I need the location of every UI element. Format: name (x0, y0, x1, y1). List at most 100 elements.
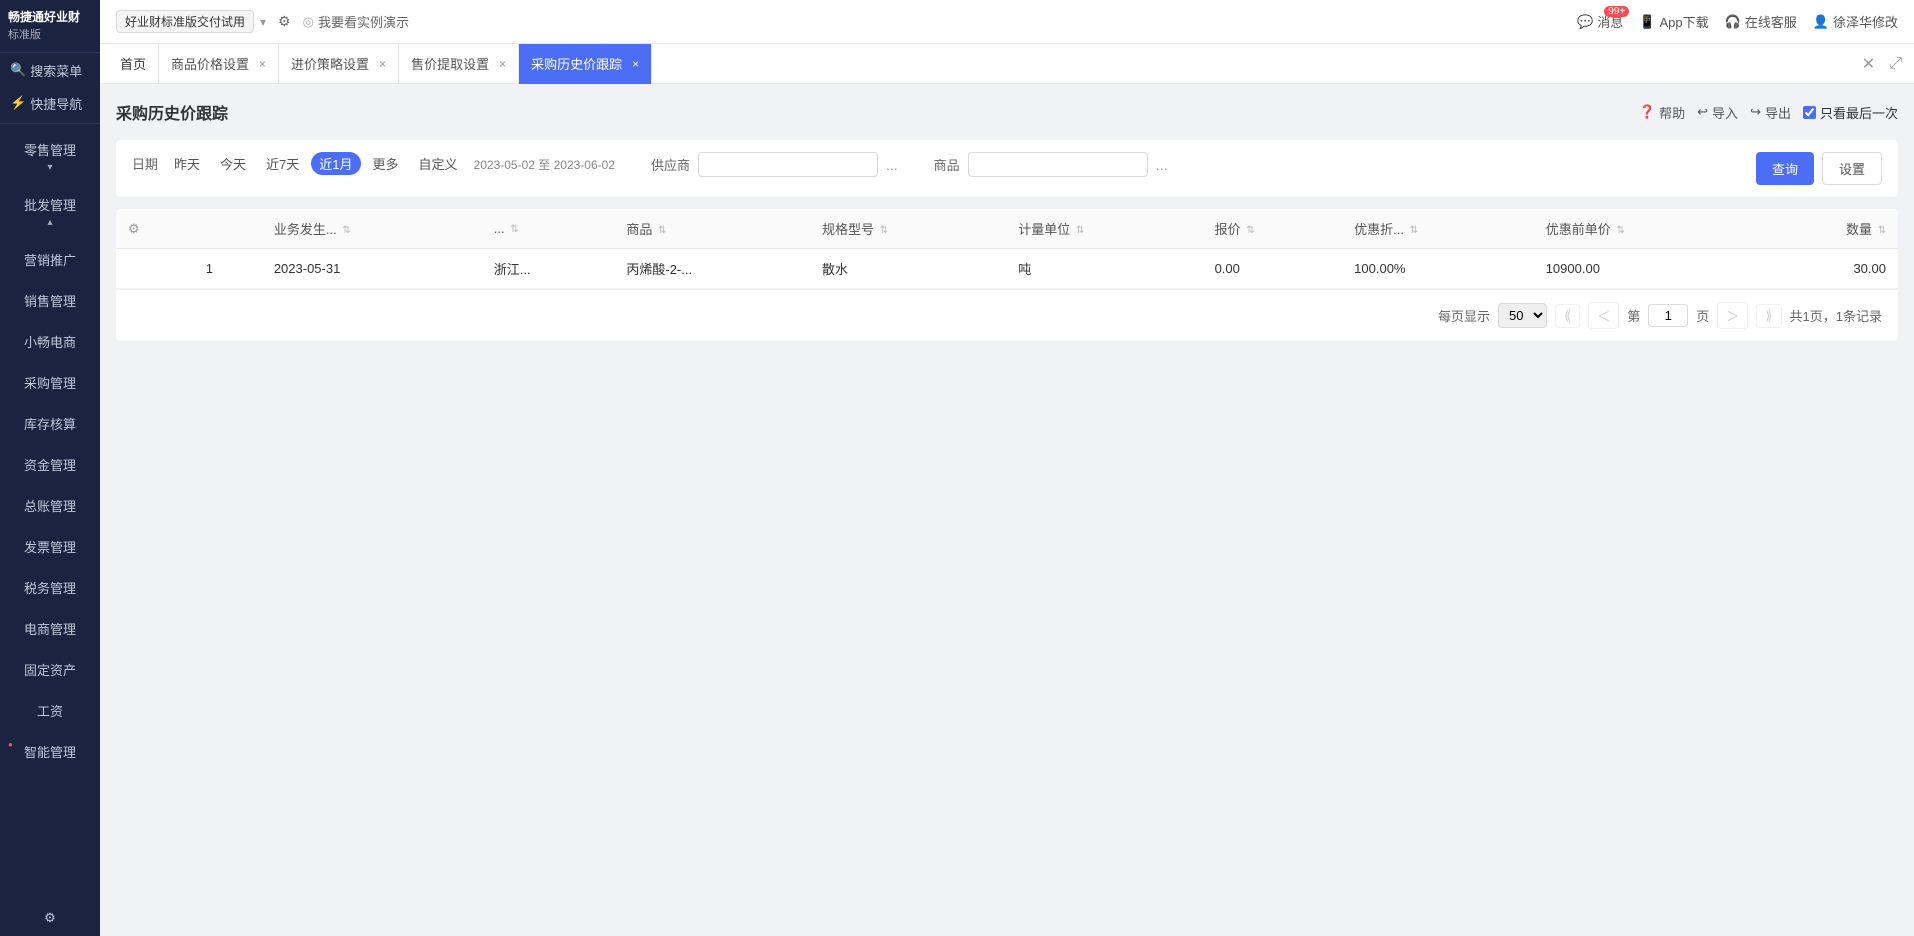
sidebar-item-retail[interactable]: 零售管理 ▾ (0, 128, 100, 183)
sidebar-item-smart[interactable]: 智能管理 (0, 730, 100, 771)
sidebar-item-ecom[interactable]: 电商管理 (0, 607, 100, 648)
col-product[interactable]: 商品 ⇅ (614, 209, 810, 249)
sidebar-item-invoice[interactable]: 发票管理 (0, 525, 100, 566)
col-gear[interactable]: ⚙ (116, 209, 194, 249)
date-btn-today[interactable]: 今天 (212, 152, 254, 175)
date-btn-custom[interactable]: 自定义 (411, 152, 466, 175)
date-btn-last1m[interactable]: 近1月 (311, 152, 360, 175)
date-btn-more[interactable]: 更多 (365, 152, 407, 175)
product-dots[interactable]: ... (1156, 157, 1168, 173)
export-icon: ↪ (1750, 104, 1761, 120)
date-btn-last7[interactable]: 近7天 (258, 152, 307, 175)
tab-fullscreen-btn[interactable]: ⤢ (1885, 51, 1906, 77)
per-page-select[interactable]: 50 (1498, 303, 1547, 328)
sidebar-item-general[interactable]: 总账管理 (0, 484, 100, 525)
col-quote-label: 报价 (1215, 222, 1241, 237)
col-more-label: ... (494, 221, 505, 236)
help-link[interactable]: ❓ 帮助 (1639, 103, 1685, 122)
supplier-dots[interactable]: ... (886, 157, 898, 173)
tab-sale-extract[interactable]: 售价提取设置 × (399, 44, 519, 84)
settings-button[interactable]: 设置 (1822, 152, 1882, 185)
sidebar-item-finance[interactable]: 资金管理 (0, 443, 100, 484)
row-num: 1 (194, 249, 262, 289)
export-link[interactable]: ↪ 导出 (1750, 103, 1791, 122)
product-input[interactable] (968, 152, 1148, 177)
topbar-demo-btn[interactable]: 我要看实例演示 (303, 12, 409, 31)
user-icon: 👤 (1813, 14, 1829, 30)
col-unit-label: 计量单位 (1018, 222, 1070, 237)
tab-price-close[interactable]: × (259, 57, 266, 71)
query-button[interactable]: 查询 (1756, 152, 1814, 185)
sidebar-search[interactable]: 🔍 搜索菜单 (0, 53, 100, 88)
tab-price-label: 商品价格设置 (171, 54, 249, 73)
sidebar-bottom-gear[interactable]: ⚙ (0, 900, 100, 936)
last-only-checkbox[interactable] (1803, 106, 1816, 119)
user-btn[interactable]: 👤 徐泽华修改 (1813, 12, 1898, 31)
message-btn[interactable]: 💬 消息 99+ (1577, 12, 1623, 31)
page-header: 采购历史价跟踪 ❓ 帮助 ↩ 导入 ↪ 导出 只看最后一次 (116, 100, 1898, 124)
tab-home[interactable]: 首页 (108, 44, 159, 84)
chevron-down-icon[interactable]: ▾ (260, 15, 266, 29)
topbar-settings-icon[interactable]: ⚙ (278, 13, 291, 30)
last-page-btn[interactable]: ⟫ (1756, 304, 1781, 328)
page-input[interactable] (1648, 304, 1688, 327)
sidebar-item-ecom-small[interactable]: 小畅电商 (0, 320, 100, 361)
sidebar-item-wholesale[interactable]: 批发管理 ▴ (0, 183, 100, 238)
sidebar-nav[interactable]: ⚡ 快捷导航 (0, 88, 100, 119)
tab-price[interactable]: 商品价格设置 × (159, 44, 279, 84)
col-spec[interactable]: 规格型号 ⇅ (810, 209, 1006, 249)
gear-icon[interactable]: ⚙ (128, 221, 140, 236)
col-biz-date[interactable]: 业务发生... ⇅ (262, 209, 482, 249)
first-page-btn[interactable]: ⟪ (1555, 304, 1580, 328)
row-spec: 散水 (810, 249, 1006, 289)
filter-actions: 查询 设置 (1756, 152, 1882, 185)
sidebar: 畅捷通好业财 标准版 🔍 搜索菜单 ⚡ 快捷导航 零售管理 ▾ 批发管理 ▴ 营… (0, 0, 100, 936)
filter-product-group: 商品 ... (934, 152, 1168, 177)
prev-page-btn[interactable]: ＜ (1588, 302, 1619, 329)
sort-icon-discount[interactable]: ⇅ (1410, 225, 1418, 236)
tab-purchase-history[interactable]: 采购历史价跟踪 × (519, 44, 652, 84)
col-unit[interactable]: 计量单位 ⇅ (1006, 209, 1202, 249)
filter-bar: 日期 昨天 今天 近7天 近1月 更多 自定义 2023-05-02 至 202… (116, 140, 1898, 197)
sidebar-item-marketing[interactable]: 营销推广 (0, 238, 100, 279)
import-link[interactable]: ↩ 导入 (1697, 103, 1738, 122)
table-row[interactable]: 1 2023-05-31 浙江... 丙烯酸-2-... 散水 吨 0.00 1… (116, 249, 1898, 289)
search-icon: 🔍 (10, 62, 26, 78)
col-qty-label: 数量 (1846, 222, 1872, 237)
sidebar-logo: 畅捷通好业财 标准版 (0, 0, 100, 53)
sidebar-item-purchase[interactable]: 采购管理 (0, 361, 100, 402)
tab-close-btn[interactable]: ✕ (1858, 50, 1879, 78)
sort-icon-spec[interactable]: ⇅ (880, 225, 888, 236)
sort-icon-more[interactable]: ⇅ (510, 224, 518, 235)
date-btn-yesterday[interactable]: 昨天 (166, 152, 208, 175)
tab-expand-actions: ✕ ⤢ (1858, 50, 1906, 78)
service-btn[interactable]: 🎧 在线客服 (1725, 12, 1797, 31)
sidebar-item-salary[interactable]: 工资 (0, 689, 100, 730)
tab-purchase-strategy-close[interactable]: × (379, 57, 386, 71)
col-pre-discount-price[interactable]: 优惠前单价 ⇅ (1534, 209, 1759, 249)
col-discount[interactable]: 优惠折... ⇅ (1342, 209, 1534, 249)
sidebar-item-sales[interactable]: 销售管理 (0, 279, 100, 320)
app-download-btn[interactable]: 📱 App下载 (1639, 12, 1708, 31)
product-label: 商品 (934, 155, 960, 174)
sort-icon-qty[interactable]: ⇅ (1878, 225, 1886, 236)
last-only-checkbox-label[interactable]: 只看最后一次 (1803, 103, 1898, 122)
sort-icon-unit[interactable]: ⇅ (1076, 225, 1084, 236)
col-more[interactable]: ... ⇅ (482, 209, 615, 249)
next-page-btn[interactable]: ＞ (1717, 302, 1748, 329)
sort-icon-product[interactable]: ⇅ (658, 225, 666, 236)
tab-purchase-strategy[interactable]: 进价策略设置 × (279, 44, 399, 84)
tab-sale-extract-close[interactable]: × (499, 57, 506, 71)
sidebar-item-tax[interactable]: 税务管理 (0, 566, 100, 607)
sort-icon-biz-date[interactable]: ⇅ (342, 225, 350, 236)
tab-purchase-history-close[interactable]: × (632, 57, 639, 71)
sidebar-item-inventory[interactable]: 库存核算 (0, 402, 100, 443)
date-filter-label: 日期 (132, 154, 158, 173)
sidebar-item-assets[interactable]: 固定资产 (0, 648, 100, 689)
page-actions: ❓ 帮助 ↩ 导入 ↪ 导出 只看最后一次 (1639, 103, 1898, 122)
sort-icon-pre-discount-price[interactable]: ⇅ (1616, 225, 1624, 236)
col-qty[interactable]: 数量 ⇅ (1758, 209, 1898, 249)
sort-icon-quote[interactable]: ⇅ (1246, 225, 1254, 236)
col-quote[interactable]: 报价 ⇅ (1203, 209, 1343, 249)
supplier-input[interactable] (698, 152, 878, 177)
